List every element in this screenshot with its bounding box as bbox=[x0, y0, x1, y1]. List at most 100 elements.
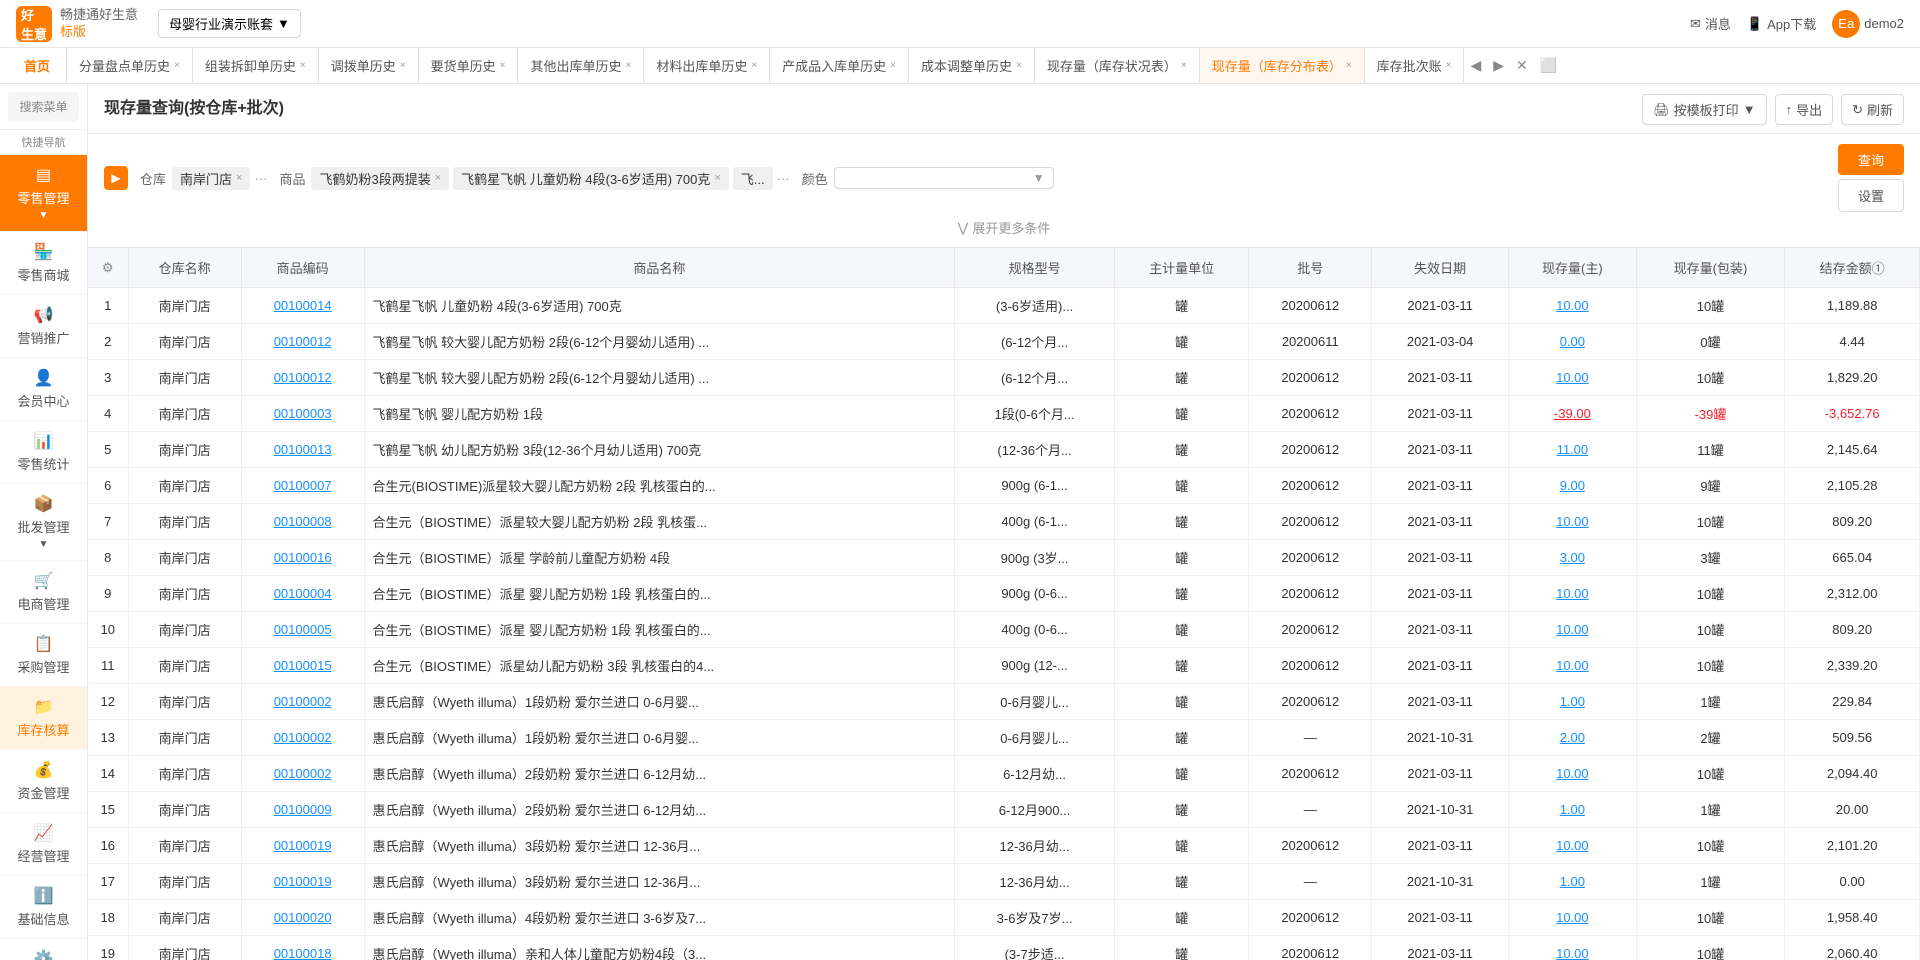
tab-close-2[interactable]: × bbox=[400, 60, 406, 71]
warehouse-more-dots[interactable]: ··· bbox=[254, 171, 267, 186]
settings-button[interactable]: 设置 bbox=[1838, 179, 1904, 212]
sidebar-item-members[interactable]: 👤 会员中心 bbox=[0, 358, 87, 421]
tab-item-7[interactable]: 成本调整单历史 × bbox=[909, 48, 1035, 83]
sidebar-item-retail-mall[interactable]: 🏪 零售商城 bbox=[0, 232, 87, 295]
sidebar-item-retail-mgmt[interactable]: ▤ 零售管理 ▼ bbox=[0, 155, 87, 232]
sidebar-item-retail-stats[interactable]: 📊 零售统计 bbox=[0, 421, 87, 484]
qty-main-value[interactable]: 1.00 bbox=[1560, 874, 1585, 889]
product-code-link[interactable]: 00100009 bbox=[274, 802, 332, 817]
warehouse-tag-close[interactable]: × bbox=[236, 172, 242, 184]
messages-button[interactable]: ✉ 消息 bbox=[1690, 14, 1731, 33]
product-code-link[interactable]: 00100018 bbox=[274, 946, 332, 960]
tab-item-4[interactable]: 其他出库单历史 × bbox=[518, 48, 644, 83]
product-code-link[interactable]: 00100012 bbox=[274, 334, 332, 349]
tab-close-6[interactable]: × bbox=[890, 60, 896, 71]
sidebar-item-purchase[interactable]: 📋 采购管理 bbox=[0, 624, 87, 687]
qty-main-value[interactable]: 10.00 bbox=[1556, 586, 1589, 601]
tab-close-5[interactable]: × bbox=[751, 60, 757, 71]
color-filter-select[interactable]: ▼ bbox=[834, 167, 1054, 189]
product-code-link[interactable]: 00100008 bbox=[274, 514, 332, 529]
col-settings[interactable]: ⚙ bbox=[88, 248, 128, 288]
qty-main-value[interactable]: 10.00 bbox=[1556, 946, 1589, 960]
product-tag-close-1[interactable]: × bbox=[714, 172, 720, 184]
product-code-link[interactable]: 00100020 bbox=[274, 910, 332, 925]
product-code-link[interactable]: 00100002 bbox=[274, 694, 332, 709]
tab-close-3[interactable]: × bbox=[500, 60, 506, 71]
qty-main-value[interactable]: 10.00 bbox=[1556, 514, 1589, 529]
tab-close-8[interactable]: × bbox=[1181, 60, 1187, 71]
qty-main-value[interactable]: 1.00 bbox=[1560, 694, 1585, 709]
sidebar-item-system[interactable]: ⚙️ 系统管理 bbox=[0, 939, 87, 960]
sidebar-item-operations[interactable]: 📈 经营管理 bbox=[0, 813, 87, 876]
qty-main-value[interactable]: 10.00 bbox=[1556, 370, 1589, 385]
sidebar-item-wholesale[interactable]: 📦 批发管理 ▼ bbox=[0, 484, 87, 561]
sidebar-item-inventory[interactable]: 📁 库存核算 bbox=[0, 687, 87, 750]
sidebar-item-finance[interactable]: 💰 资金管理 bbox=[0, 750, 87, 813]
tab-home[interactable]: 首页 bbox=[8, 48, 67, 83]
product-code-link[interactable]: 00100013 bbox=[274, 442, 332, 457]
tab-close-0[interactable]: × bbox=[174, 60, 180, 71]
tab-item-3[interactable]: 要货单历史 × bbox=[419, 48, 519, 83]
query-button[interactable]: 查询 bbox=[1838, 144, 1904, 175]
tab-item-6[interactable]: 产成品入库单历史 × bbox=[770, 48, 909, 83]
product-code-link[interactable]: 00100003 bbox=[274, 406, 332, 421]
product-code-link[interactable]: 00100014 bbox=[274, 298, 332, 313]
product-code-link[interactable]: 00100007 bbox=[274, 478, 332, 493]
tab-close-all[interactable]: ✕ bbox=[1510, 57, 1534, 74]
product-code-link[interactable]: 00100012 bbox=[274, 370, 332, 385]
tab-close-9[interactable]: × bbox=[1346, 60, 1352, 71]
print-button[interactable]: 🖨 按模板打印 ▼ bbox=[1642, 94, 1766, 125]
tab-close-4[interactable]: × bbox=[625, 60, 631, 71]
sidebar-item-ecommerce[interactable]: 🛒 电商管理 bbox=[0, 561, 87, 624]
qty-main-value[interactable]: 10.00 bbox=[1556, 298, 1589, 313]
sidebar-item-basic-info[interactable]: ℹ️ 基础信息 bbox=[0, 876, 87, 939]
user-avatar-area[interactable]: Ea demo2 bbox=[1832, 10, 1904, 38]
qty-main-value[interactable]: 1.00 bbox=[1560, 802, 1585, 817]
qty-main-value[interactable]: 0.00 bbox=[1560, 334, 1585, 349]
industry-selector[interactable]: 母婴行业演示账套 ▼ bbox=[158, 9, 301, 38]
product-code-link[interactable]: 00100005 bbox=[274, 622, 332, 637]
qty-main-value[interactable]: 9.00 bbox=[1560, 478, 1585, 493]
product-code-link[interactable]: 00100015 bbox=[274, 658, 332, 673]
tab-close-7[interactable]: × bbox=[1016, 60, 1022, 71]
product-code-link[interactable]: 00100016 bbox=[274, 550, 332, 565]
tab-item-9[interactable]: 现存量（库存分布表） × bbox=[1200, 48, 1365, 83]
expand-more-button[interactable]: ⋁ 展开更多条件 bbox=[958, 218, 1051, 237]
qty-main-value[interactable]: 10.00 bbox=[1556, 910, 1589, 925]
tab-item-1[interactable]: 组装拆卸单历史 × bbox=[193, 48, 319, 83]
product-code-link[interactable]: 00100004 bbox=[274, 586, 332, 601]
sidebar-item-marketing[interactable]: 📢 营销推广 bbox=[0, 295, 87, 358]
qty-main-value[interactable]: 10.00 bbox=[1556, 658, 1589, 673]
tab-item-2[interactable]: 调拨单历史 × bbox=[319, 48, 419, 83]
tab-maximize[interactable]: ⬜ bbox=[1534, 57, 1563, 74]
right-buttons: 查询 设置 bbox=[1838, 144, 1904, 212]
cell-name: 飞鹤星飞帆 较大婴儿配方奶粉 2段(6-12个月婴幼儿适用) ... bbox=[364, 324, 955, 360]
product-tag-close-0[interactable]: × bbox=[435, 172, 441, 184]
tab-close-1[interactable]: × bbox=[300, 60, 306, 71]
app-download-button[interactable]: 📱 App下载 bbox=[1747, 14, 1816, 33]
tab-next-arrow[interactable]: ▶ bbox=[1487, 57, 1510, 74]
qty-main-value[interactable]: -39.00 bbox=[1554, 406, 1591, 421]
sidebar-search-button[interactable]: 搜索菜单 bbox=[8, 92, 79, 121]
tab-close-10[interactable]: × bbox=[1446, 60, 1452, 71]
tab-item-10[interactable]: 库存批次账 × bbox=[1365, 48, 1465, 83]
product-code-link[interactable]: 00100019 bbox=[274, 838, 332, 853]
tab-item-5[interactable]: 材料出库单历史 × bbox=[644, 48, 770, 83]
product-more-dots[interactable]: ··· bbox=[777, 171, 790, 186]
filter-expand-button[interactable]: ▶ bbox=[104, 166, 128, 190]
export-button[interactable]: ↑ 导出 bbox=[1775, 94, 1834, 125]
qty-main-value[interactable]: 3.00 bbox=[1560, 550, 1585, 565]
col-settings-icon[interactable]: ⚙ bbox=[102, 260, 114, 275]
qty-main-value[interactable]: 10.00 bbox=[1556, 838, 1589, 853]
tab-item-8[interactable]: 现存量（库存状况表） × bbox=[1035, 48, 1200, 83]
qty-main-value[interactable]: 11.00 bbox=[1557, 442, 1589, 457]
qty-main-value[interactable]: 2.00 bbox=[1560, 730, 1585, 745]
qty-main-value[interactable]: 10.00 bbox=[1556, 766, 1589, 781]
product-code-link[interactable]: 00100002 bbox=[274, 766, 332, 781]
refresh-button[interactable]: ↻ 刷新 bbox=[1841, 94, 1904, 125]
product-code-link[interactable]: 00100019 bbox=[274, 874, 332, 889]
tab-item-0[interactable]: 分量盘点单历史 × bbox=[67, 48, 193, 83]
qty-main-value[interactable]: 10.00 bbox=[1556, 622, 1589, 637]
product-code-link[interactable]: 00100002 bbox=[274, 730, 332, 745]
tab-prev-arrow[interactable]: ◀ bbox=[1464, 57, 1487, 74]
